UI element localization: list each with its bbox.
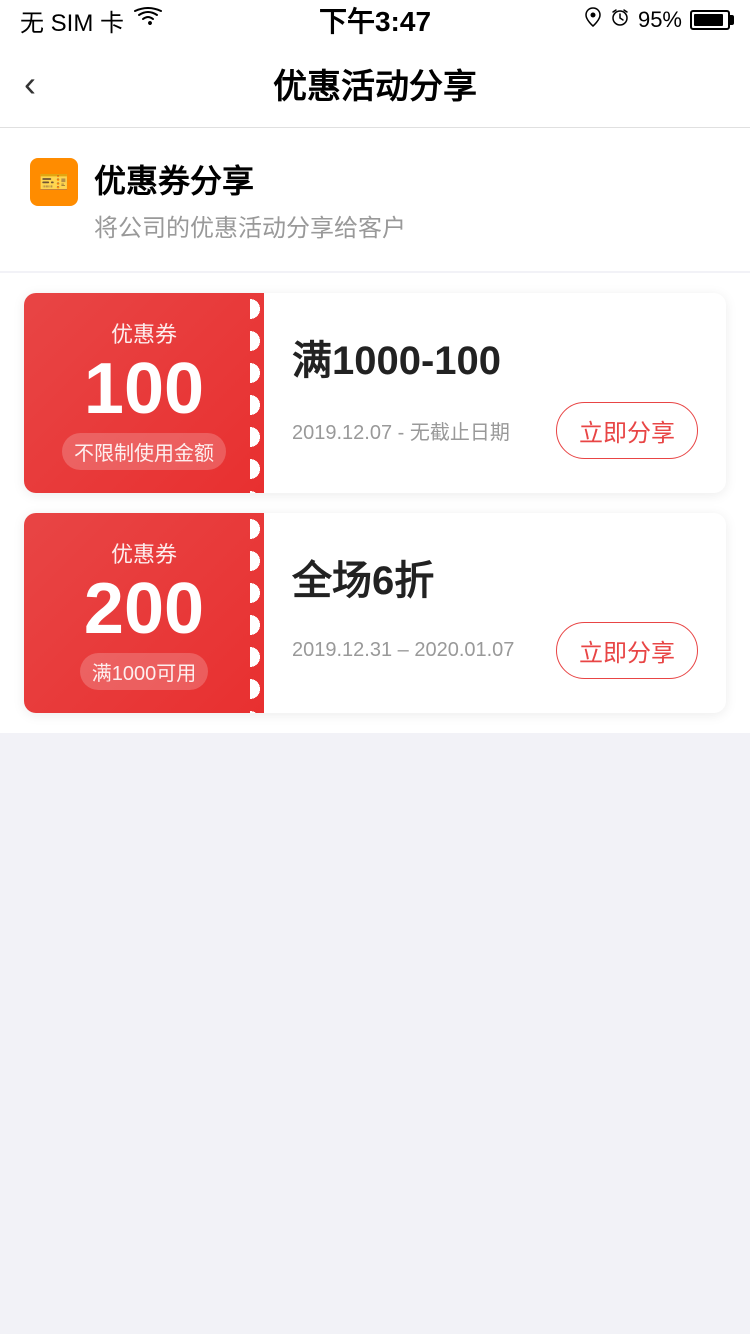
coupon-amount-2: 200 — [84, 573, 204, 645]
wifi-icon — [134, 6, 162, 34]
share-button-1[interactable]: 立即分享 — [556, 402, 698, 459]
section-title: 优惠券分享 — [94, 156, 406, 202]
section-text: 优惠券分享 将公司的优惠活动分享给客户 — [94, 156, 406, 243]
coupon-card-1: 优惠券 100 不限制使用金额 满1000-100 2019.12.07 - 无… — [24, 293, 726, 493]
alarm-icon — [610, 7, 630, 33]
coupon-card-2: 优惠券 200 满1000可用 全场6折 2019.12.31 – 2020.0… — [24, 513, 726, 713]
coupon-condition-1: 不限制使用金额 — [62, 433, 226, 470]
bottom-area — [0, 733, 750, 1233]
battery-icon — [690, 10, 730, 30]
status-time: 下午3:47 — [319, 0, 431, 40]
status-bar: 无 SIM 卡 下午3:47 95% — [0, 0, 750, 40]
status-right: 95% — [584, 7, 730, 33]
coupon-date-2: 2019.12.31 – 2020.01.07 — [292, 639, 546, 662]
coupon-right-1: 满1000-100 2019.12.07 - 无截止日期 立即分享 — [264, 293, 726, 493]
section-icon: 🎫 — [30, 158, 78, 206]
battery-text: 95% — [638, 7, 682, 33]
status-left: 无 SIM 卡 — [20, 3, 162, 38]
location-icon — [584, 7, 602, 33]
section-subtitle: 将公司的优惠活动分享给客户 — [94, 208, 406, 243]
coupon-left-2: 优惠券 200 满1000可用 — [24, 513, 264, 713]
coupon-condition-2: 满1000可用 — [80, 653, 209, 690]
back-button[interactable]: ‹ — [24, 63, 36, 105]
coupon-label-2: 优惠券 — [111, 537, 177, 569]
coupon-left-1: 优惠券 100 不限制使用金额 — [24, 293, 264, 493]
coupon-title-1: 满1000-100 — [292, 328, 698, 386]
section-header: 🎫 优惠券分享 将公司的优惠活动分享给客户 — [0, 128, 750, 271]
coupon-right-2: 全场6折 2019.12.31 – 2020.01.07 立即分享 — [264, 513, 726, 713]
coupon-amount-1: 100 — [84, 353, 204, 425]
coupon-list: 优惠券 100 不限制使用金额 满1000-100 2019.12.07 - 无… — [0, 273, 750, 733]
coupon-date-1: 2019.12.07 - 无截止日期 — [292, 416, 546, 445]
coupon-meta-1: 2019.12.07 - 无截止日期 立即分享 — [292, 402, 698, 459]
page-title: 优惠活动分享 — [273, 59, 477, 108]
coupon-title-2: 全场6折 — [292, 548, 698, 606]
coupon-label-1: 优惠券 — [111, 317, 177, 349]
nav-bar: ‹ 优惠活动分享 — [0, 40, 750, 128]
carrier-text: 无 SIM 卡 — [20, 3, 124, 38]
share-button-2[interactable]: 立即分享 — [556, 622, 698, 679]
coupon-meta-2: 2019.12.31 – 2020.01.07 立即分享 — [292, 622, 698, 679]
